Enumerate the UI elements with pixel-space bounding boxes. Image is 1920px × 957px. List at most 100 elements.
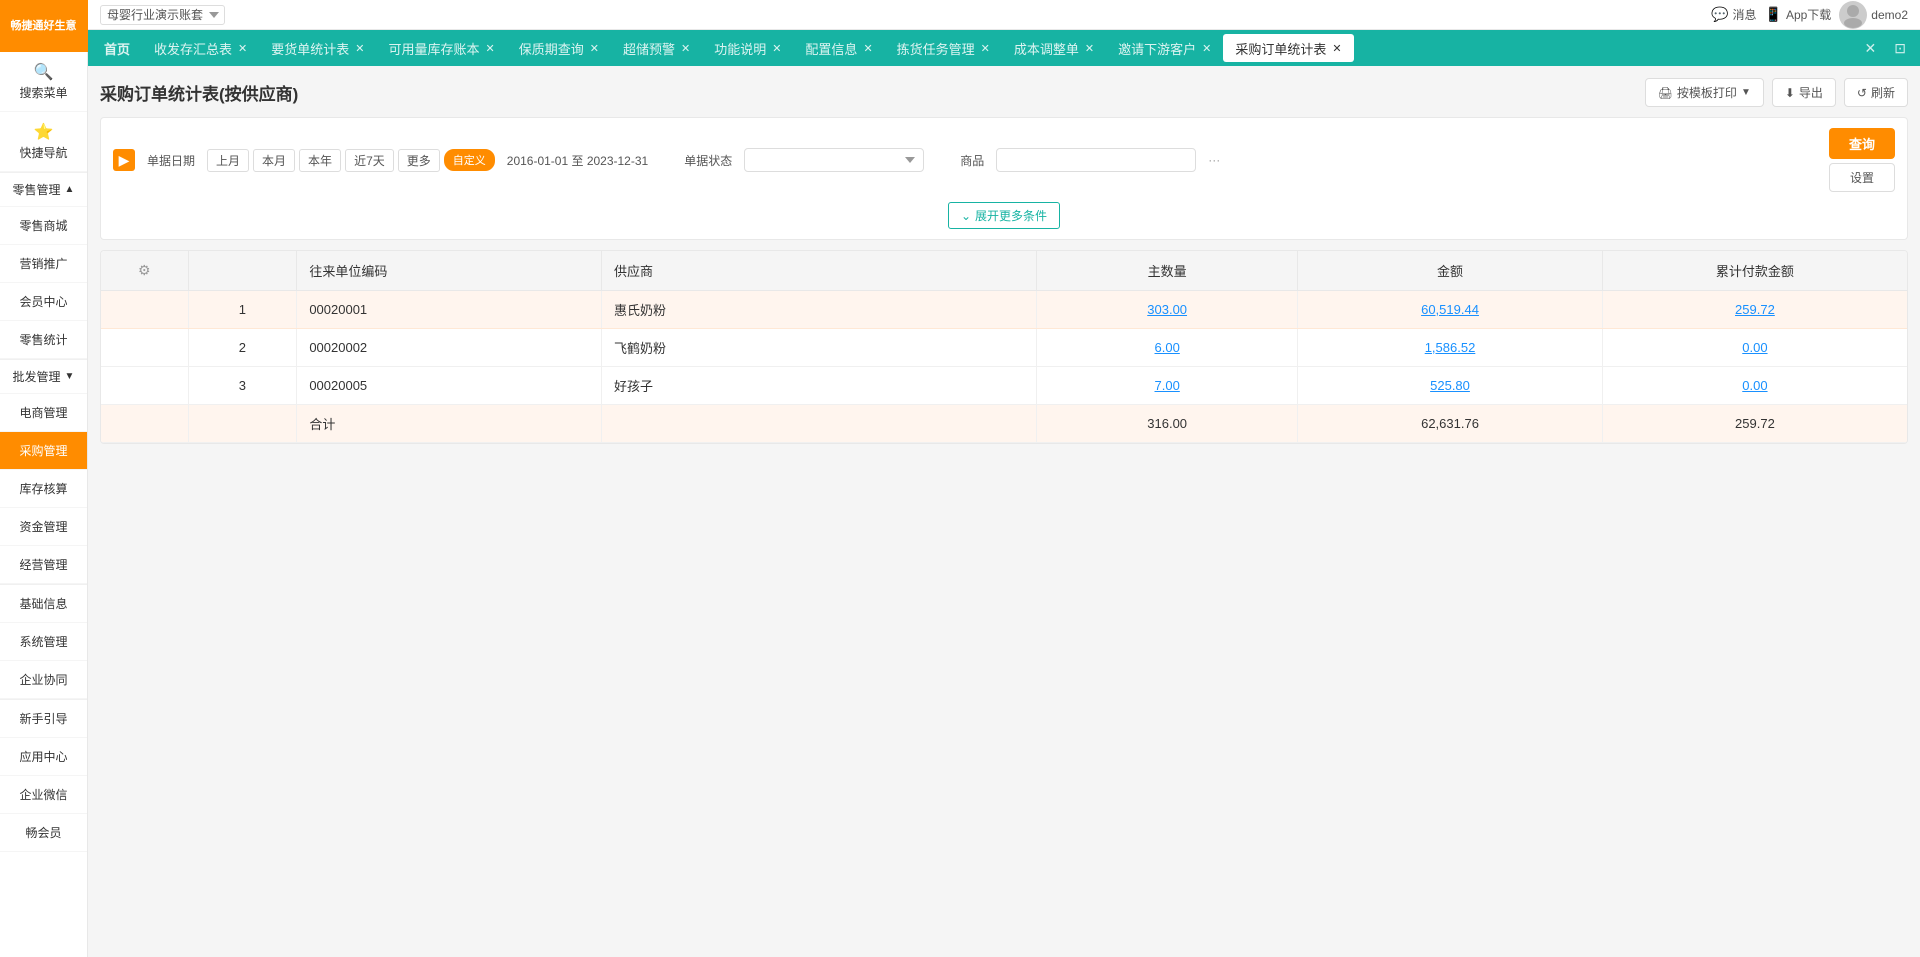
status-select[interactable] xyxy=(744,148,924,172)
table-row[interactable]: 3 00020005 好孩子 7.00 525.80 0.00 xyxy=(101,367,1907,405)
cell-qty[interactable]: 303.00 xyxy=(1037,291,1298,329)
query-button[interactable]: 查询 xyxy=(1829,128,1895,159)
date-btn-7days[interactable]: 近7天 xyxy=(345,149,394,172)
tab-close-icon[interactable]: ✕ xyxy=(355,42,364,55)
sidebar-item-purchase[interactable]: 采购管理 xyxy=(0,432,87,470)
cell-paid[interactable]: 259.72 xyxy=(1602,291,1907,329)
th-paid: 累计付款金额 xyxy=(1602,251,1907,291)
tab-close-icon[interactable]: ✕ xyxy=(238,42,247,55)
sidebar-item-batch[interactable]: 批发管理 ▼ xyxy=(0,360,87,394)
goods-input[interactable] xyxy=(996,148,1196,172)
tab-close-icon[interactable]: ✕ xyxy=(681,42,690,55)
cell-paid[interactable]: 0.00 xyxy=(1602,367,1907,405)
sidebar-item-label: 会员中心 xyxy=(19,293,67,310)
filter-more-icon[interactable]: ··· xyxy=(1208,153,1220,167)
tab-caigoudingdan[interactable]: 采购订单统计表 ✕ xyxy=(1223,34,1353,62)
tab-yaohuo[interactable]: 要货单统计表 ✕ xyxy=(259,34,376,62)
tab-yaoqing[interactable]: 邀请下游客户 ✕ xyxy=(1106,34,1223,62)
tab-chaochu[interactable]: 超储预警 ✕ xyxy=(611,34,702,62)
tab-label: 保质期查询 xyxy=(519,39,584,58)
tab-label: 邀请下游客户 xyxy=(1118,39,1196,58)
sidebar-item-member[interactable]: 会员中心 xyxy=(0,283,87,321)
tab-close-icon[interactable]: ✕ xyxy=(590,42,599,55)
sidebar-item-enterprise[interactable]: 企业协同 xyxy=(0,661,87,699)
sidebar-item-capital[interactable]: 资金管理 xyxy=(0,508,87,546)
chevron-down-icon-2: ▼ xyxy=(65,371,75,382)
tab-chengben[interactable]: 成本调整单 ✕ xyxy=(1002,34,1106,62)
cell-qty[interactable]: 6.00 xyxy=(1037,329,1298,367)
cell-amount[interactable]: 525.80 xyxy=(1298,367,1603,405)
tab-home[interactable]: 首页 xyxy=(92,34,142,62)
cell-paid[interactable]: 0.00 xyxy=(1602,329,1907,367)
table-row[interactable]: 2 00020002 飞鹤奶粉 6.00 1,586.52 0.00 xyxy=(101,329,1907,367)
filter-toggle-button[interactable]: ▶ xyxy=(113,149,135,171)
user-area[interactable]: demo2 xyxy=(1839,1,1908,29)
tab-paihuorenwu[interactable]: 拣货任务管理 ✕ xyxy=(885,34,1002,62)
sidebar-item-quicknav[interactable]: ⭐ 快捷导航 xyxy=(0,112,87,172)
tab-close-icon[interactable]: ✕ xyxy=(1085,42,1094,55)
date-btn-this-year[interactable]: 本年 xyxy=(299,149,341,172)
export-label: 导出 xyxy=(1799,84,1823,101)
app-download-label: App下载 xyxy=(1786,6,1831,23)
sidebar-item-marketing[interactable]: 营销推广 xyxy=(0,245,87,283)
table-row[interactable]: 1 00020001 惠氏奶粉 303.00 60,519.44 259.72 xyxy=(101,291,1907,329)
date-btn-more[interactable]: 更多 xyxy=(398,149,440,172)
user-name: demo2 xyxy=(1871,8,1908,22)
tab-peizhi[interactable]: 配置信息 ✕ xyxy=(793,34,884,62)
message-btn[interactable]: 💬 消息 xyxy=(1711,6,1756,23)
download-icon: 📱 xyxy=(1765,6,1782,23)
expand-more-button[interactable]: ⌄ 展开更多条件 xyxy=(948,202,1060,229)
sidebar-item-inventory[interactable]: 库存核算 xyxy=(0,470,87,508)
sidebar-item-label: 经营管理 xyxy=(19,556,67,573)
sidebar-item-retail[interactable]: 零售管理 ▲ xyxy=(0,173,87,207)
sidebar-item-basics[interactable]: 基础信息 xyxy=(0,585,87,623)
sidebar-item-appcenter[interactable]: 应用中心 xyxy=(0,738,87,776)
tab-label: 拣货任务管理 xyxy=(897,39,975,58)
app-logo[interactable]: 畅捷通好生意 xyxy=(0,0,88,52)
tab-label: 要货单统计表 xyxy=(271,39,349,58)
sidebar-item-newbie[interactable]: 新手引导 xyxy=(0,700,87,738)
tab-close-icon[interactable]: ✕ xyxy=(863,42,872,55)
print-button[interactable]: 🖨 按模板打印 ▼ xyxy=(1645,78,1764,107)
sidebar-item-retail-shop[interactable]: 零售商城 xyxy=(0,207,87,245)
tab-keyongliang[interactable]: 可用量库存账本 ✕ xyxy=(376,34,506,62)
cell-code: 00020002 xyxy=(297,329,602,367)
sidebar-item-ecommerce[interactable]: 电商管理 xyxy=(0,394,87,432)
nav-tabs-end: ✕ ⊡ xyxy=(1859,38,1916,59)
tab-shoufahuizongtable[interactable]: 收发存汇总表 ✕ xyxy=(142,34,259,62)
tab-gongneng[interactable]: 功能说明 ✕ xyxy=(702,34,793,62)
sidebar-item-system[interactable]: 系统管理 xyxy=(0,623,87,661)
app-download-btn[interactable]: 📱 App下载 xyxy=(1765,6,1832,23)
sidebar-item-operations[interactable]: 经营管理 xyxy=(0,546,87,584)
tab-baozhi[interactable]: 保质期查询 ✕ xyxy=(507,34,611,62)
workspace-select[interactable]: 母婴行业演示账套 xyxy=(100,5,225,25)
sidebar-item-retail-stats[interactable]: 零售统计 xyxy=(0,321,87,359)
cell-qty[interactable]: 7.00 xyxy=(1037,367,1298,405)
sidebar-item-wechat[interactable]: 企业微信 xyxy=(0,776,87,814)
cell-index: 1 xyxy=(188,291,297,329)
tab-close-icon[interactable]: ✕ xyxy=(772,42,781,55)
date-btn-last-month[interactable]: 上月 xyxy=(207,149,249,172)
tab-close-icon[interactable]: ✕ xyxy=(486,42,495,55)
cell-amount[interactable]: 60,519.44 xyxy=(1298,291,1603,329)
nav-close-all-btn[interactable]: ✕ xyxy=(1859,38,1883,59)
export-button[interactable]: ⬇ 导出 xyxy=(1772,78,1836,107)
nav-expand-btn[interactable]: ⊡ xyxy=(1888,38,1912,59)
user-avatar[interactable] xyxy=(1839,1,1867,29)
tab-label: 首页 xyxy=(104,39,130,58)
sidebar-item-search[interactable]: 🔍 搜索菜单 xyxy=(0,52,87,112)
tab-close-icon[interactable]: ✕ xyxy=(1202,42,1211,55)
th-gear: ⚙ xyxy=(101,251,188,291)
sidebar-item-vip[interactable]: 畅会员 xyxy=(0,814,87,852)
date-btn-this-month[interactable]: 本月 xyxy=(253,149,295,172)
refresh-button[interactable]: ↺ 刷新 xyxy=(1844,78,1908,107)
cell-amount[interactable]: 1,586.52 xyxy=(1298,329,1603,367)
column-settings-icon[interactable]: ⚙ xyxy=(138,262,151,278)
cell-code: 00020001 xyxy=(297,291,602,329)
message-icon: 💬 xyxy=(1711,6,1728,23)
tab-close-icon[interactable]: ✕ xyxy=(981,42,990,55)
date-custom-tag[interactable]: 自定义 xyxy=(444,149,495,171)
print-icon: 🖨 xyxy=(1658,86,1673,100)
settings-button[interactable]: 设置 xyxy=(1829,163,1895,192)
tab-close-icon[interactable]: ✕ xyxy=(1332,42,1341,55)
